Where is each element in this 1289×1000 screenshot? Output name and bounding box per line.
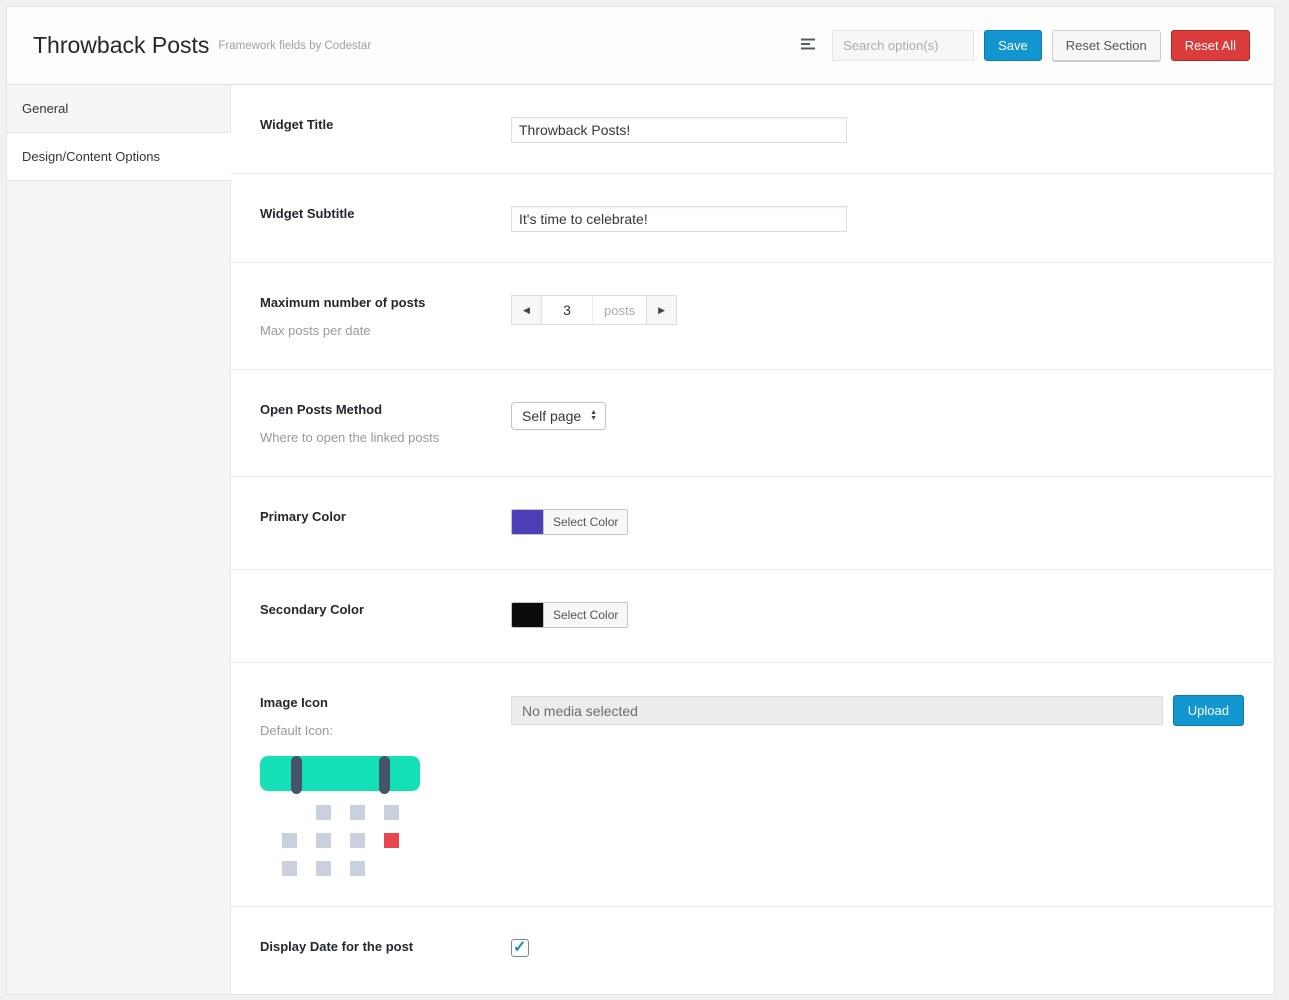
calendar-bar <box>260 756 420 791</box>
field-title: Open Posts Method <box>260 402 383 417</box>
field-title: Widget Title <box>260 117 334 132</box>
calendar-grid <box>282 805 420 876</box>
field-title: Primary Color <box>260 509 346 524</box>
secondary-color-picker: Select Color <box>511 602 629 628</box>
calendar-cell <box>282 861 297 876</box>
field-row-secondary-color: Secondary Color Select Color <box>231 570 1274 663</box>
settings-panel: Throwback Posts Framework fields by Code… <box>6 6 1275 995</box>
right-triangle-icon: ▶ <box>658 304 666 315</box>
field-row-image-icon: Image Icon Default Icon: Upload <box>231 663 1274 907</box>
sidebar: General Design/Content Options <box>7 85 231 994</box>
field-row-widget-title: Widget Title <box>231 85 1274 174</box>
field-row-max-posts: Maximum number of posts Max posts per da… <box>231 263 1274 370</box>
reset-section-button[interactable]: Reset Section <box>1051 30 1161 61</box>
display-date-checkbox[interactable]: ✓ <box>511 939 529 957</box>
search-input[interactable] <box>832 30 975 61</box>
open-posts-method-select[interactable]: Self page ▲ ▼ <box>511 402 607 430</box>
calendar-cell <box>350 861 365 876</box>
field-row-widget-subtitle: Widget Subtitle <box>231 174 1274 263</box>
max-posts-stepper: ◀ posts ▶ <box>511 295 678 325</box>
select-value: Self page <box>522 408 582 424</box>
field-description: Where to open the linked posts <box>260 430 440 445</box>
calendar-icon <box>260 756 420 876</box>
sidebar-item-general[interactable]: General <box>7 85 230 133</box>
calendar-pin-icon <box>379 756 390 794</box>
primary-color-picker: Select Color <box>511 509 629 535</box>
spinner-unit-label: posts <box>592 296 646 324</box>
secondary-select-color-button[interactable]: Select Color <box>543 603 628 627</box>
expand-options-button[interactable] <box>794 30 822 61</box>
calendar-cell <box>316 805 331 820</box>
media-field: Upload <box>511 695 1244 726</box>
upload-button[interactable]: Upload <box>1172 695 1244 726</box>
field-title: Image Icon <box>260 695 328 710</box>
field-row-open-posts-method: Open Posts Method Where to open the link… <box>231 370 1274 477</box>
widget-subtitle-input[interactable] <box>511 206 847 232</box>
header-actions: Save Reset Section Reset All <box>794 30 1250 61</box>
calendar-cell <box>316 861 331 876</box>
check-icon: ✓ <box>513 939 527 956</box>
left-triangle-icon: ◀ <box>523 304 530 315</box>
field-description: Max posts per date <box>260 323 371 338</box>
page-title: Throwback Posts <box>33 32 210 58</box>
field-title: Secondary Color <box>260 602 365 617</box>
up-down-arrows-icon: ▲ ▼ <box>590 409 598 422</box>
calendar-cell <box>282 833 297 848</box>
calendar-cell <box>350 833 365 848</box>
widget-title-input[interactable] <box>511 117 847 143</box>
default-icon-label: Default Icon: <box>260 723 333 738</box>
header: Throwback Posts Framework fields by Code… <box>7 7 1274 85</box>
calendar-cell <box>350 805 365 820</box>
media-placeholder-input[interactable] <box>511 696 1163 725</box>
field-row-display-date: Display Date for the post ✓ <box>231 907 1274 987</box>
reset-all-button[interactable]: Reset All <box>1170 30 1250 61</box>
primary-select-color-button[interactable]: Select Color <box>543 510 628 534</box>
calendar-cell <box>316 833 331 848</box>
field-title: Display Date for the post <box>260 939 414 954</box>
spinner-increment-button[interactable]: ▶ <box>646 296 677 324</box>
secondary-color-swatch[interactable] <box>512 603 543 627</box>
primary-color-swatch[interactable] <box>512 510 543 534</box>
field-title: Widget Subtitle <box>260 206 355 221</box>
field-title: Maximum number of posts <box>260 295 426 310</box>
calendar-cell-highlight <box>384 833 399 848</box>
align-lines-icon <box>800 36 816 55</box>
field-row-primary-color: Primary Color Select Color <box>231 477 1274 570</box>
spinner-decrement-button[interactable]: ◀ <box>512 296 542 324</box>
save-button[interactable]: Save <box>984 30 1042 61</box>
calendar-pin-icon <box>291 756 302 794</box>
calendar-cell <box>384 805 399 820</box>
main-content: Widget Title Widget Subtitle Maximum num… <box>231 85 1274 994</box>
max-posts-input[interactable] <box>542 296 592 324</box>
sidebar-item-design-content-options[interactable]: Design/Content Options <box>7 133 231 181</box>
page-subtitle: Framework fields by Codestar <box>218 39 372 52</box>
